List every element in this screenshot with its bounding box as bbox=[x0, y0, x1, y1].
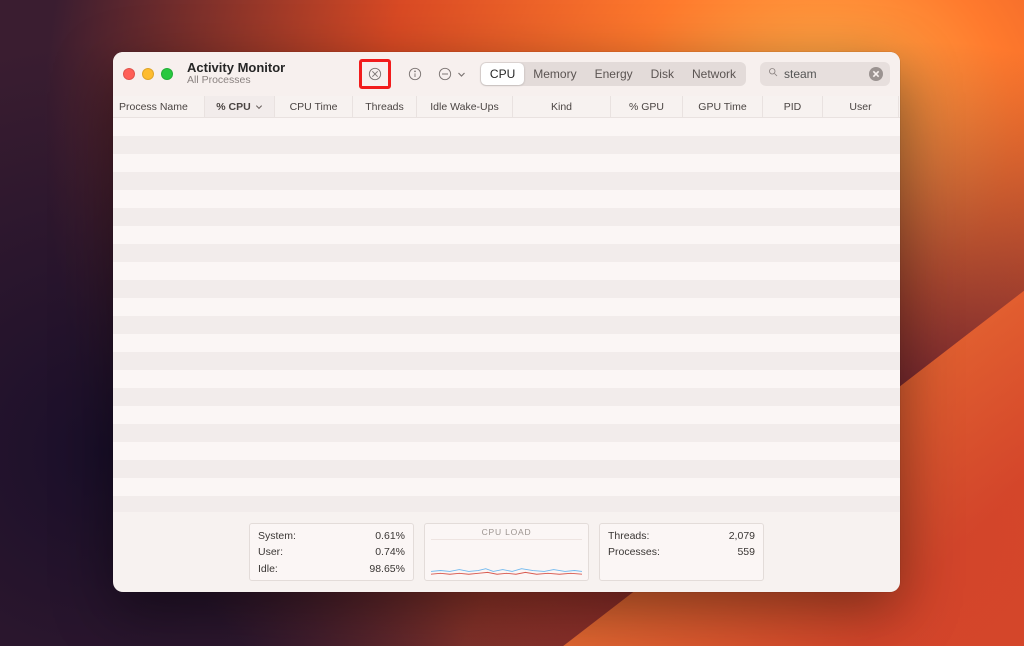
colheader-gpu-time[interactable]: GPU Time bbox=[683, 96, 763, 117]
tab-segmented-control: CPUMemoryEnergyDiskNetwork bbox=[480, 62, 746, 86]
search-field[interactable] bbox=[760, 62, 890, 86]
label-processes: Processes: bbox=[608, 544, 660, 560]
minimize-window-button[interactable] bbox=[142, 68, 154, 80]
value-user: 0.74% bbox=[375, 544, 405, 560]
colheader-pid[interactable]: PID bbox=[763, 96, 823, 117]
colheader-process-name[interactable]: Process Name bbox=[113, 96, 205, 117]
value-idle: 98.65% bbox=[369, 561, 405, 577]
label-idle: Idle: bbox=[258, 561, 278, 577]
value-system: 0.61% bbox=[375, 528, 405, 544]
stop-process-button[interactable] bbox=[363, 63, 387, 85]
tab-energy[interactable]: Energy bbox=[586, 63, 642, 85]
cpu-load-chart-panel: CPU LOAD bbox=[424, 523, 589, 581]
colheader-cpu-time[interactable]: CPU Time bbox=[275, 96, 353, 117]
process-table-body[interactable] bbox=[113, 118, 900, 512]
tab-memory[interactable]: Memory bbox=[524, 63, 585, 85]
tab-cpu[interactable]: CPU bbox=[481, 63, 524, 85]
counts-panel: Threads: 2,079 Processes: 559 bbox=[599, 523, 764, 581]
label-threads: Threads: bbox=[608, 528, 649, 544]
tab-network[interactable]: Network bbox=[683, 63, 745, 85]
app-title: Activity Monitor bbox=[187, 61, 285, 75]
colheader-threads[interactable]: Threads bbox=[353, 96, 417, 117]
colheader-user[interactable]: User bbox=[823, 96, 899, 117]
traffic-lights bbox=[123, 68, 173, 80]
search-icon bbox=[767, 65, 779, 83]
value-threads: 2,079 bbox=[729, 528, 755, 544]
title-block: Activity Monitor All Processes bbox=[187, 61, 285, 87]
clear-search-button[interactable] bbox=[869, 67, 883, 81]
value-processes: 559 bbox=[737, 544, 755, 560]
options-menu-button[interactable] bbox=[435, 63, 466, 85]
app-subtitle: All Processes bbox=[187, 75, 285, 87]
info-button[interactable] bbox=[403, 63, 427, 85]
toolbar: Activity Monitor All Processes CPUMemory… bbox=[113, 52, 900, 96]
colheader--gpu[interactable]: % GPU bbox=[611, 96, 683, 117]
colheader--cpu[interactable]: % CPU bbox=[205, 96, 275, 117]
annotation-highlight bbox=[359, 59, 391, 89]
cpu-load-chart bbox=[431, 539, 582, 577]
chart-title: CPU LOAD bbox=[431, 527, 582, 537]
activity-monitor-window: Activity Monitor All Processes CPUMemory… bbox=[113, 52, 900, 592]
colheader-idle-wake-ups[interactable]: Idle Wake-Ups bbox=[417, 96, 513, 117]
column-header-row: Process Name% CPUCPU TimeThreadsIdle Wak… bbox=[113, 96, 900, 118]
label-user: User: bbox=[258, 544, 283, 560]
search-input[interactable] bbox=[784, 67, 864, 81]
cpu-stats-panel: System: 0.61% User: 0.74% Idle: 98.65% bbox=[249, 523, 414, 581]
colheader-kind[interactable]: Kind bbox=[513, 96, 611, 117]
zoom-window-button[interactable] bbox=[161, 68, 173, 80]
tab-disk[interactable]: Disk bbox=[642, 63, 683, 85]
label-system: System: bbox=[258, 528, 296, 544]
footer: System: 0.61% User: 0.74% Idle: 98.65% CPU … bbox=[113, 512, 900, 592]
close-window-button[interactable] bbox=[123, 68, 135, 80]
